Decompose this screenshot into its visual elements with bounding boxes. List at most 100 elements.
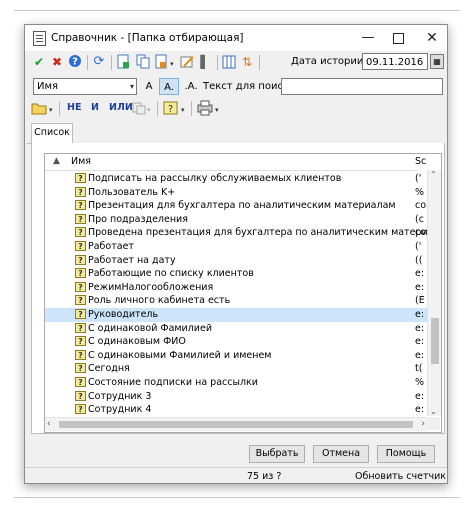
table-row[interactable]: ? Руководитель e: (45, 307, 427, 322)
match-start-button[interactable]: A (141, 78, 157, 95)
condition-icon: ? (75, 213, 86, 224)
check-icon[interactable]: ✔ (31, 54, 47, 70)
print-icon (197, 100, 213, 116)
columns-icon (222, 55, 236, 69)
sort-ascending-icon[interactable]: ▲ (53, 156, 60, 166)
cancel-button[interactable]: Отмена (313, 445, 369, 463)
row-name: Про подразделения (88, 213, 188, 225)
row-name: Сегодня (88, 363, 130, 375)
condition-icon: ? (75, 173, 86, 183)
record-count: 75 из ? (247, 471, 282, 482)
table-row[interactable]: ? Подписать на рассылку обслуживаемых кли… (45, 172, 427, 186)
table-row[interactable]: ? Работает (' (45, 240, 427, 254)
grid-header: ▲ Имя Sc (45, 154, 426, 171)
scroll-right-icon[interactable]: › (421, 419, 425, 429)
condition-icon: ? (75, 200, 86, 211)
vertical-scrollbar[interactable]: ⌃ ⌄ (427, 170, 441, 416)
print-button[interactable] (197, 100, 213, 116)
help-button[interactable]: ? (67, 54, 83, 70)
scroll-thumb[interactable] (431, 318, 439, 364)
condition-icon: ? (75, 404, 86, 415)
pencil-icon (180, 56, 194, 68)
refresh-icon[interactable]: ⟳ (91, 54, 107, 70)
table-row[interactable]: ? Сегодня t( (45, 362, 427, 376)
grid-rows: ? Подписать на рассылку обслуживаемых кли… (45, 172, 441, 417)
toolbar-separator (111, 55, 112, 70)
row-name: Презентация для бухгалтера по аналитичес… (88, 200, 396, 212)
condition-icon: ? (75, 240, 86, 251)
edit-pencil-button[interactable] (179, 54, 195, 70)
table-row[interactable]: ? Проведена презентация для бухгалтера по… (45, 226, 441, 240)
condition-button[interactable]: ? (163, 100, 179, 116)
title-bar[interactable]: Справочник - [Папка отбирающая] — ✕ (25, 25, 447, 51)
match-any-button[interactable]: A. (159, 78, 179, 95)
calendar-icon[interactable]: ▦ (430, 54, 444, 69)
row-second-value: e: (415, 349, 425, 361)
copy-button[interactable] (135, 54, 151, 70)
table-row[interactable]: ? Сотрудник 4 e: (45, 403, 427, 417)
column-icon[interactable]: ▌ (197, 54, 213, 70)
table-row[interactable]: ? Роль личного кабинета есть (E (45, 294, 427, 308)
table-row[interactable]: ? Состояние подписки на рассылки% (45, 376, 427, 390)
filter-toolbar: ▾ НЕ И ИЛИ ▾ ? ▾ ▾ (27, 99, 445, 119)
new-document-button[interactable] (115, 54, 131, 70)
scroll-down-icon[interactable]: ⌄ (430, 407, 437, 416)
column-header-second[interactable]: Sc (415, 156, 426, 167)
row-name: Пользователь K+ (88, 186, 176, 198)
columns-button[interactable] (221, 54, 237, 70)
table-row[interactable]: ? Про подразделения (c (45, 213, 427, 227)
and-filter-button[interactable]: И (91, 102, 99, 113)
row-name: Подписать на рассылку обслуживаемых клие… (88, 173, 342, 184)
items-grid: ▲ Имя Sc ? Подписать на рассылку обслужив… (44, 153, 442, 433)
scroll-up-icon[interactable]: ⌃ (430, 170, 437, 179)
row-second-value: % (415, 376, 425, 388)
edit-document-button[interactable] (153, 54, 169, 70)
close-button[interactable]: ✕ (417, 25, 447, 51)
condition-icon: ? (75, 268, 86, 279)
scroll-left-icon[interactable]: ‹ (47, 419, 51, 429)
window-title: Справочник - [Папка отбирающая] (51, 32, 244, 44)
row-name: РежимНалогообложения (88, 281, 214, 293)
svg-text:?: ? (168, 104, 173, 115)
hscroll-thumb[interactable] (59, 421, 413, 428)
chevron-down-icon[interactable]: ▾ (181, 106, 185, 114)
copy-disabled-button (131, 100, 147, 116)
folder-button[interactable] (31, 100, 47, 116)
tab-list[interactable]: Список (31, 123, 73, 143)
row-second-value: (( (415, 254, 423, 266)
column-header-name[interactable]: Имя (71, 156, 91, 167)
sort-icon[interactable]: ⇅ (239, 54, 255, 70)
chevron-down-icon[interactable]: ▾ (170, 60, 174, 68)
match-end-button[interactable]: .A. (181, 78, 201, 95)
table-row[interactable]: ? С одинаковым ФИО e: (45, 335, 427, 349)
bottom-border-line (14, 497, 460, 498)
chevron-down-icon[interactable]: ▾ (49, 106, 53, 114)
or-filter-button[interactable]: ИЛИ (109, 102, 133, 113)
search-input[interactable] (281, 78, 443, 95)
table-row[interactable]: ? Презентация для бухгалтера по аналитиче… (45, 199, 427, 213)
row-second-value: co (415, 200, 427, 212)
maximize-button[interactable] (383, 25, 413, 51)
chevron-down-icon[interactable]: ▾ (215, 106, 219, 114)
resize-grip-icon[interactable]: ⋰ (433, 472, 441, 481)
table-row[interactable]: ? Пользователь K+% (45, 186, 427, 200)
row-second-value: e: (415, 268, 425, 280)
horizontal-scrollbar[interactable]: ‹ › (45, 417, 427, 431)
select-button[interactable]: Выбрать (249, 445, 305, 463)
row-name: Роль личного кабинета есть (88, 295, 231, 307)
table-row[interactable]: ? Работает на дату (( (45, 254, 427, 268)
help-dialog-button[interactable]: Помощь (377, 445, 435, 463)
table-row[interactable]: ? С одинаковой Фамилией e: (45, 322, 427, 336)
delete-icon[interactable]: ✖ (49, 54, 65, 70)
condition-icon: ? (75, 322, 86, 333)
table-row[interactable]: ? РежимНалогообложения e: (45, 281, 427, 295)
table-row[interactable]: ? Работающие по списку клиентов e: (45, 267, 427, 281)
minimize-button[interactable]: — (353, 25, 383, 51)
toolbar-separator (191, 101, 192, 116)
not-filter-button[interactable]: НЕ (67, 102, 81, 113)
search-field-select[interactable]: Имя ▾ (33, 78, 137, 95)
history-date-input[interactable]: 09.11.2016 (362, 53, 428, 70)
toolbar-separator (259, 55, 260, 70)
table-row[interactable]: ? С одинаковыми Фамилией и именем e: (45, 349, 427, 363)
table-row[interactable]: ? Сотрудник 3 e: (45, 390, 427, 404)
